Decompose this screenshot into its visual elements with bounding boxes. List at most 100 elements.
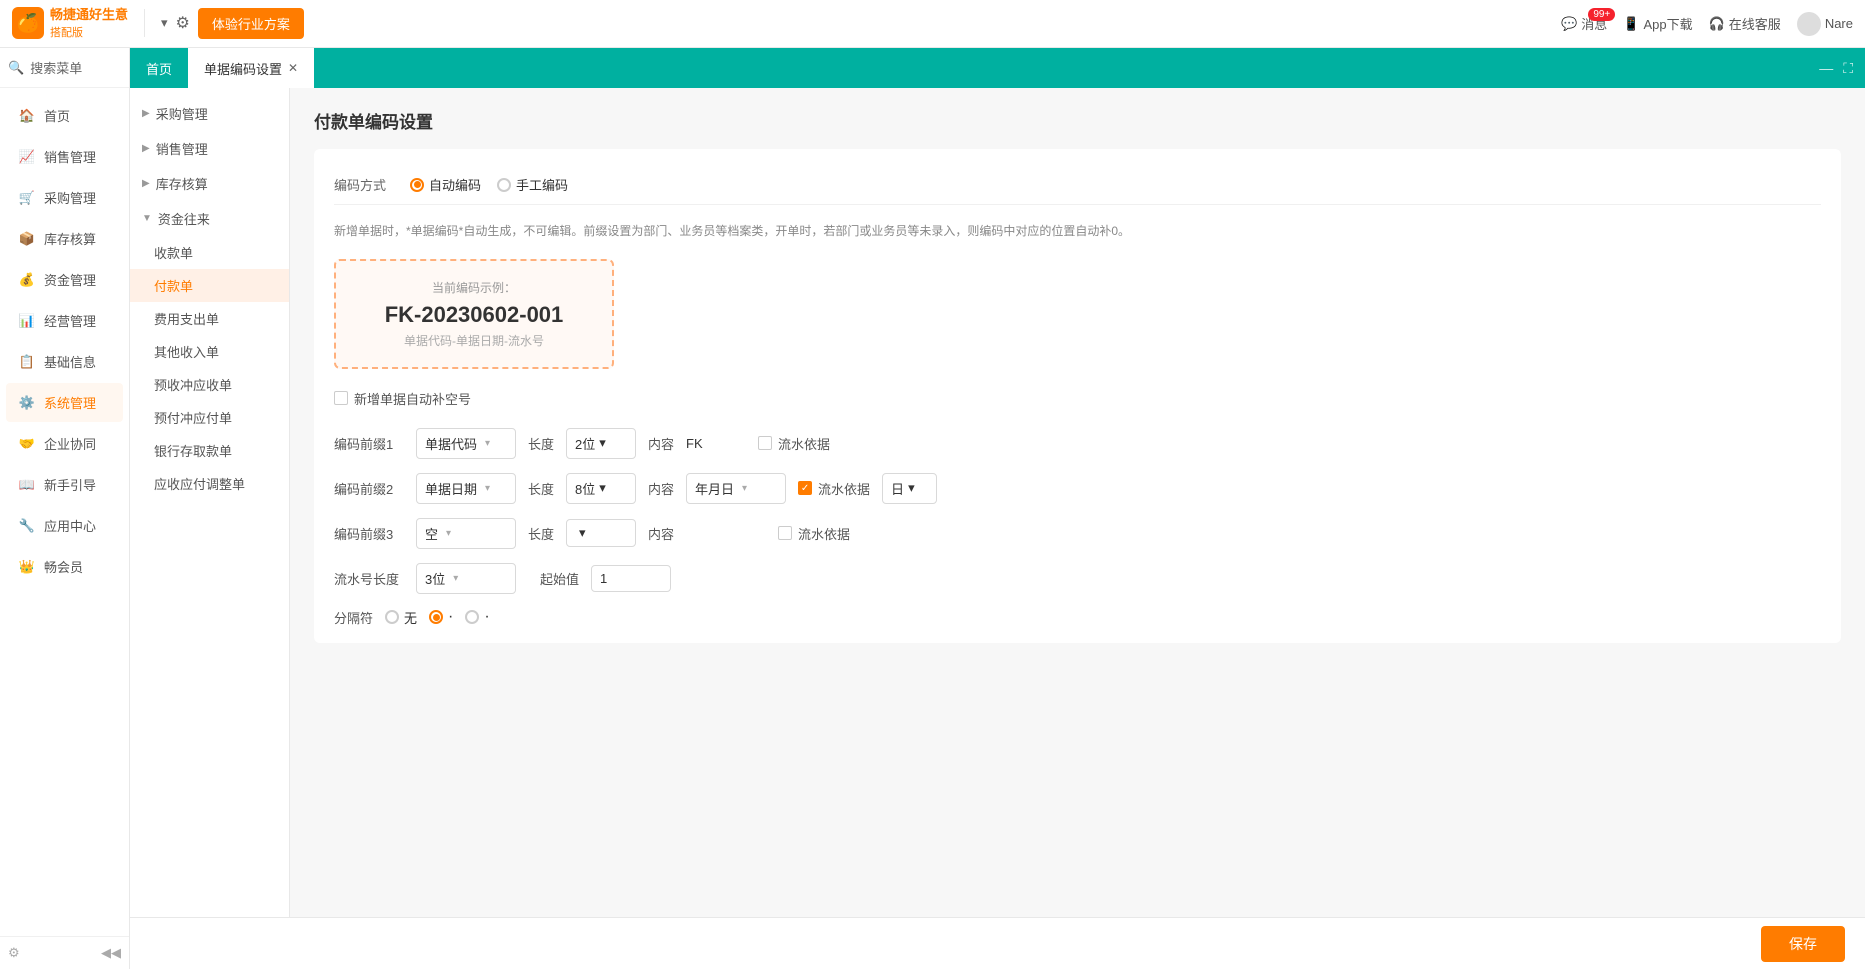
encode-method-row: 编码方式 自动编码 手工编码: [334, 165, 1821, 205]
tab-maximize-icon[interactable]: ⛶: [1843, 60, 1853, 77]
radio-manual-encode[interactable]: 手工编码: [497, 175, 568, 194]
menu-item-payment[interactable]: 付款单: [130, 269, 289, 302]
tab-bar: 首页 单据编码设置 ✕ — ⛶: [130, 48, 1865, 88]
footer-collapse-btn[interactable]: ◀◀: [101, 945, 121, 961]
prefix2-select[interactable]: 单据日期 ▾: [416, 473, 516, 504]
menu-item-other-income[interactable]: 其他收入单: [130, 335, 289, 368]
prefix2-waterfall-checkbox[interactable]: ✓: [798, 481, 812, 495]
sidebar-item-inventory[interactable]: 📦 库存核算: [6, 219, 123, 258]
sidebar-item-member[interactable]: 👑 畅会员: [6, 547, 123, 586]
sep-none[interactable]: 无: [385, 608, 417, 627]
app-dl-item[interactable]: 📱 App下载: [1623, 14, 1692, 33]
separator-row: 分隔符 无 · ·: [334, 608, 1821, 627]
menu-item-pre-receipt[interactable]: 预收冲应收单: [130, 368, 289, 401]
sidebar-label-home: 首页: [44, 106, 70, 125]
sep-none-radio: [385, 610, 399, 624]
logo-name: 畅捷通好生意: [50, 7, 128, 24]
prefix2-row: 编码前缀2 单据日期 ▾ 长度 8位 ▾ 内容 年月日: [334, 473, 1821, 504]
tab-minimize-icon[interactable]: —: [1819, 60, 1833, 76]
prefix3-length-select[interactable]: ▾: [566, 519, 636, 547]
service-icon: 🎧: [1709, 16, 1725, 32]
msg-icon: 💬: [1561, 16, 1577, 32]
prefix1-content-value: FK: [686, 431, 746, 456]
prefix1-length-val: 2位: [575, 434, 595, 453]
menu-item-bank[interactable]: 银行存取款单: [130, 434, 289, 467]
prefix2-day-select[interactable]: 日 ▾: [882, 473, 937, 504]
menu-item-expense[interactable]: 费用支出单: [130, 302, 289, 335]
menu-group-purchase-label: 采购管理: [156, 104, 208, 123]
prefix3-waterfall-row: 流水依据: [778, 524, 850, 543]
sidebar-item-guide[interactable]: 📖 新手引导: [6, 465, 123, 504]
footer-settings-icon[interactable]: ⚙: [8, 945, 20, 961]
sidebar-item-system[interactable]: ⚙️ 系统管理: [6, 383, 123, 422]
prefix2-length-select[interactable]: 8位 ▾: [566, 473, 636, 504]
auto-encode-label: 自动编码: [429, 175, 481, 194]
trial-button[interactable]: 体验行业方案: [198, 8, 304, 39]
sidebar-item-finance[interactable]: 💰 资金管理: [6, 260, 123, 299]
serial-length-select[interactable]: 3位 ▾: [416, 563, 516, 594]
code-preview: 当前编码示例： FK-20230602-001 单据代码-单据日期-流水号: [334, 259, 614, 369]
tab-encode-setting[interactable]: 单据编码设置 ✕: [188, 48, 314, 88]
menu-group-purchase-header[interactable]: ▶ 采购管理: [130, 96, 289, 131]
menu-group-capital-label: 资金往来: [158, 209, 210, 228]
prefix1-waterfall-checkbox[interactable]: [758, 436, 772, 450]
separator-label: 分隔符: [334, 608, 373, 627]
save-button[interactable]: 保存: [1761, 926, 1845, 962]
header-dropdown[interactable]: ▾: [161, 15, 168, 31]
radio-auto-encode[interactable]: 自动编码: [410, 175, 481, 194]
content-area: ▶ 采购管理 ▶ 销售管理 ▶ 库存核算: [130, 88, 1865, 917]
user-item[interactable]: Nare: [1797, 12, 1853, 36]
start-value-input[interactable]: [591, 565, 671, 592]
sep-dot2-radio: [465, 610, 479, 624]
auto-fill-checkbox[interactable]: [334, 391, 348, 405]
prefix3-waterfall-checkbox[interactable]: [778, 526, 792, 540]
prefix2-content-arrow: ▾: [742, 483, 747, 494]
sidebar-item-enterprise[interactable]: 🤝 企业协同: [6, 424, 123, 463]
sidebar-item-home[interactable]: 🏠 首页: [6, 96, 123, 135]
prefix1-waterfall-row: 流水依据: [758, 434, 830, 453]
sidebar: 🔍 搜索菜单 🏠 首页 📈 销售管理 🛒 采购管理 📦 库存核算 💰: [0, 48, 130, 969]
tab-home[interactable]: 首页: [130, 48, 188, 88]
sidebar-label-inventory: 库存核算: [44, 229, 96, 248]
preview-value: FK-20230602-001: [360, 302, 588, 328]
prefix1-content-label: 内容: [648, 434, 674, 453]
chevron-down-icon-cap: ▼: [142, 213, 152, 224]
sidebar-item-operation[interactable]: 📊 经营管理: [6, 301, 123, 340]
msg-item[interactable]: 💬 消息 99+: [1561, 14, 1607, 33]
menu-item-pre-payment[interactable]: 预付冲应付单: [130, 401, 289, 434]
sidebar-item-basic[interactable]: 📋 基础信息: [6, 342, 123, 381]
gear-icon[interactable]: ⚙: [176, 13, 190, 33]
logo-area: 🍊 畅捷通好生意 搭配版: [12, 7, 128, 40]
prefix1-waterfall-label: 流水依据: [778, 434, 830, 453]
menu-group-capital-header[interactable]: ▼ 资金往来: [130, 201, 289, 236]
sidebar-search[interactable]: 🔍 搜索菜单: [0, 48, 129, 88]
sidebar-label-operation: 经营管理: [44, 311, 96, 330]
prefix3-select[interactable]: 空 ▾: [416, 518, 516, 549]
prefix2-waterfall-label: 流水依据: [818, 479, 870, 498]
logo-icon: 🍊: [12, 7, 44, 39]
service-item[interactable]: 🎧 在线客服: [1709, 14, 1781, 33]
sep-dot2[interactable]: ·: [465, 608, 489, 626]
prefix2-select-value: 单据日期: [425, 479, 477, 498]
prefix3-length-label: 长度: [528, 524, 554, 543]
prefix1-select-value: 单据代码: [425, 434, 477, 453]
appstore-icon: 🔧: [18, 517, 36, 535]
menu-item-receipt[interactable]: 收款单: [130, 236, 289, 269]
prefix2-content-select[interactable]: 年月日 ▾: [686, 473, 786, 504]
prefix1-length-select[interactable]: 2位 ▾: [566, 428, 636, 459]
sidebar-item-sales[interactable]: 📈 销售管理: [6, 137, 123, 176]
sidebar-item-purchase[interactable]: 🛒 采购管理: [6, 178, 123, 217]
menu-group-inventory-header[interactable]: ▶ 库存核算: [130, 166, 289, 201]
prefix1-select[interactable]: 单据代码 ▾: [416, 428, 516, 459]
menu-item-adjust[interactable]: 应收应付调整单: [130, 467, 289, 500]
preview-sub: 单据代码-单据日期-流水号: [360, 332, 588, 349]
sep-dot1[interactable]: ·: [429, 608, 453, 626]
sidebar-item-appstore[interactable]: 🔧 应用中心: [6, 506, 123, 545]
logo-text-area: 畅捷通好生意 搭配版: [50, 7, 128, 40]
menu-group-sales-header[interactable]: ▶ 销售管理: [130, 131, 289, 166]
sidebar-label-purchase: 采购管理: [44, 188, 96, 207]
system-icon: ⚙️: [18, 394, 36, 412]
main-content: 付款单编码设置 编码方式 自动编码 手工编码: [290, 88, 1865, 917]
tab-close-icon[interactable]: ✕: [288, 61, 298, 75]
sep-dot1-preview: ·: [448, 608, 453, 626]
